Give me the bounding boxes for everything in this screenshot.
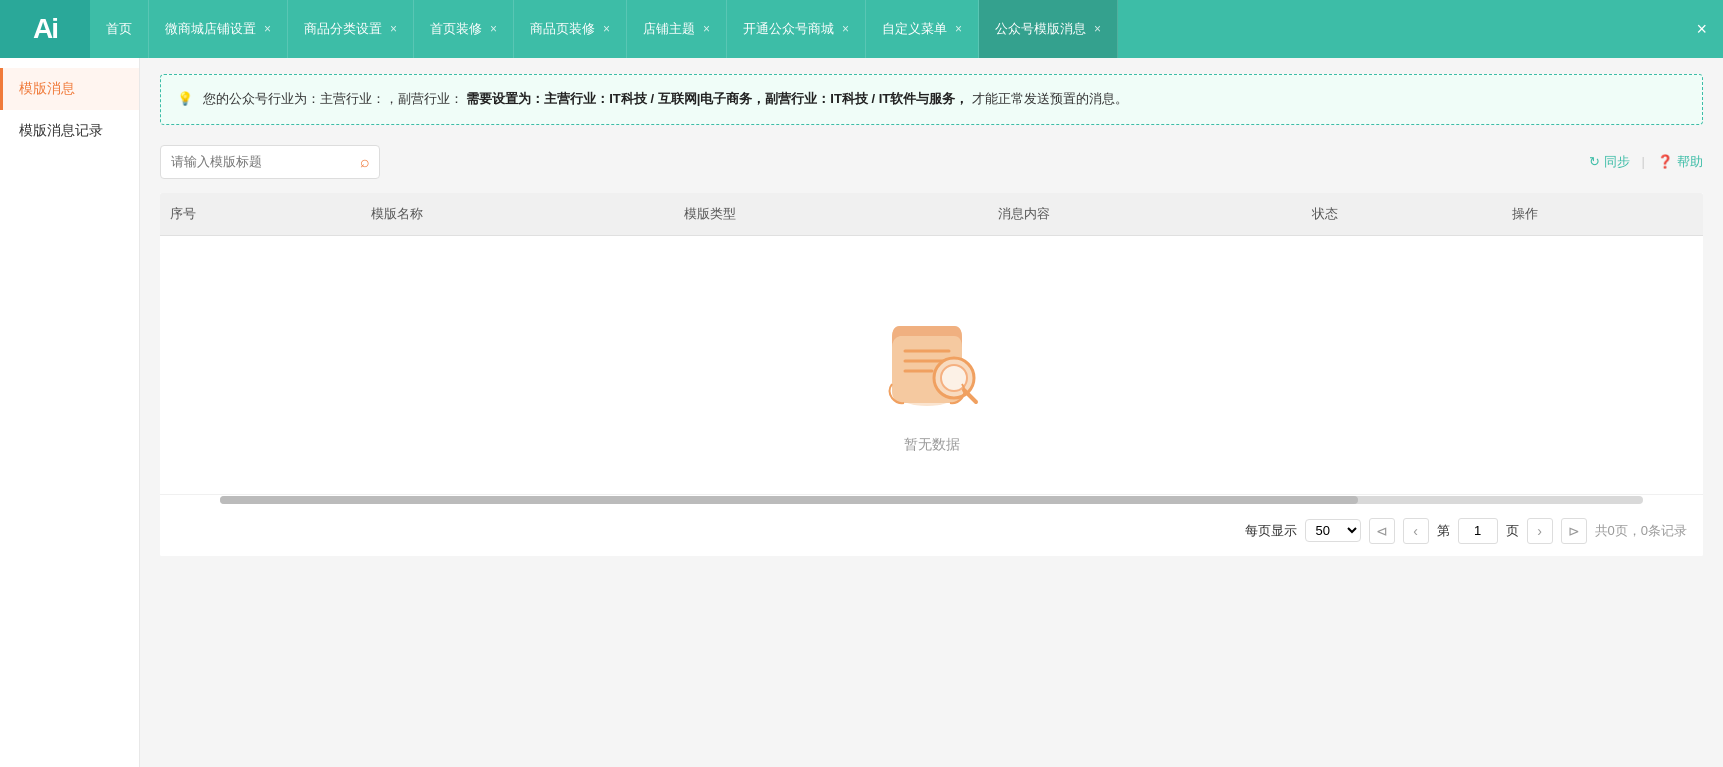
page-unit: 页 xyxy=(1506,522,1519,540)
empty-text: 暂无数据 xyxy=(904,436,960,454)
col-header-type: 模版类型 xyxy=(674,193,988,236)
search-actions: ↻ 同步 | ❓ 帮助 xyxy=(1589,153,1703,171)
data-table: 序号模版名称模版类型消息内容状态操作 xyxy=(160,193,1703,236)
nav-tab-close-3[interactable]: × xyxy=(490,22,497,36)
nav-tab-close-4[interactable]: × xyxy=(603,22,610,36)
notice-highlight: 需要设置为：主营行业：IT科技 / 互联网|电子商务，副营行业：IT科技 / I… xyxy=(466,91,968,106)
sidebar-item-0[interactable]: 模版消息 xyxy=(0,68,139,110)
divider: | xyxy=(1642,154,1645,169)
nav-tabs: 首页微商城店铺设置×商品分类设置×首页装修×商品页装修×店铺主题×开通公众号商城… xyxy=(90,0,1680,58)
search-input-wrap: ⌕ xyxy=(160,145,380,179)
search-input[interactable] xyxy=(160,145,380,179)
pagination: 每页显示 50 10 20 100 ⊲ ‹ 第 页 › ⊳ 共0页，0条记录 xyxy=(160,506,1703,556)
scroll-bar-area[interactable] xyxy=(160,494,1703,506)
col-header-name: 模版名称 xyxy=(361,193,675,236)
first-page-button[interactable]: ⊲ xyxy=(1369,518,1395,544)
sidebar: 模版消息模版消息记录 xyxy=(0,58,140,767)
nav-tab-3[interactable]: 首页装修× xyxy=(414,0,514,58)
prev-page-button[interactable]: ‹ xyxy=(1403,518,1429,544)
search-bar: ⌕ ↻ 同步 | ❓ 帮助 xyxy=(160,145,1703,179)
nav-tab-5[interactable]: 店铺主题× xyxy=(627,0,727,58)
total-info: 共0页，0条记录 xyxy=(1595,522,1687,540)
nav-tab-0[interactable]: 首页 xyxy=(90,0,149,58)
page-word: 第 xyxy=(1437,522,1450,540)
scroll-track[interactable] xyxy=(220,496,1643,504)
nav-tab-6[interactable]: 开通公众号商城× xyxy=(727,0,866,58)
nav-tab-close-7[interactable]: × xyxy=(955,22,962,36)
col-header-content: 消息内容 xyxy=(988,193,1302,236)
main-layout: 模版消息模版消息记录 💡 您的公众号行业为：主营行业：，副营行业： 需要设置为：… xyxy=(0,58,1723,767)
nav-tab-1[interactable]: 微商城店铺设置× xyxy=(149,0,288,58)
page-size-select[interactable]: 50 10 20 100 xyxy=(1305,519,1361,542)
col-header-index: 序号 xyxy=(160,193,361,236)
nav-tab-close-8[interactable]: × xyxy=(1094,22,1101,36)
sync-button[interactable]: ↻ 同步 xyxy=(1589,153,1630,171)
close-all-button[interactable]: × xyxy=(1680,0,1723,58)
help-button[interactable]: ❓ 帮助 xyxy=(1657,153,1703,171)
table-container: 序号模版名称模版类型消息内容状态操作 xyxy=(160,193,1703,556)
logo: Ai xyxy=(0,0,90,58)
empty-icon xyxy=(872,296,992,416)
help-label: 帮助 xyxy=(1677,153,1703,171)
sync-icon: ↻ xyxy=(1589,154,1600,169)
lightbulb-icon: 💡 xyxy=(177,91,193,106)
page-size-label: 每页显示 xyxy=(1245,522,1297,540)
empty-state: 暂无数据 xyxy=(160,236,1703,494)
table-header: 序号模版名称模版类型消息内容状态操作 xyxy=(160,193,1703,236)
help-icon: ❓ xyxy=(1657,154,1673,169)
page-number-input[interactable] xyxy=(1458,518,1498,544)
nav-tab-4[interactable]: 商品页装修× xyxy=(514,0,627,58)
nav-tab-7[interactable]: 自定义菜单× xyxy=(866,0,979,58)
notice-box: 💡 您的公众号行业为：主营行业：，副营行业： 需要设置为：主营行业：IT科技 /… xyxy=(160,74,1703,125)
nav-tab-2[interactable]: 商品分类设置× xyxy=(288,0,414,58)
col-header-action: 操作 xyxy=(1502,193,1703,236)
scroll-thumb[interactable] xyxy=(220,496,1358,504)
notice-prefix: 您的公众号行业为：主营行业：，副营行业： xyxy=(203,91,463,106)
nav-tab-8[interactable]: 公众号模版消息× xyxy=(979,0,1118,58)
nav-tab-close-2[interactable]: × xyxy=(390,22,397,36)
nav-tab-close-5[interactable]: × xyxy=(703,22,710,36)
notice-suffix: 才能正常发送预置的消息。 xyxy=(972,91,1128,106)
sidebar-item-1[interactable]: 模版消息记录 xyxy=(0,110,139,152)
top-nav: Ai 首页微商城店铺设置×商品分类设置×首页装修×商品页装修×店铺主题×开通公众… xyxy=(0,0,1723,58)
col-header-status: 状态 xyxy=(1302,193,1503,236)
last-page-button[interactable]: ⊳ xyxy=(1561,518,1587,544)
content-area: 💡 您的公众号行业为：主营行业：，副营行业： 需要设置为：主营行业：IT科技 /… xyxy=(140,58,1723,767)
next-page-button[interactable]: › xyxy=(1527,518,1553,544)
sync-label: 同步 xyxy=(1604,153,1630,171)
search-icon[interactable]: ⌕ xyxy=(360,153,370,171)
nav-tab-close-1[interactable]: × xyxy=(264,22,271,36)
nav-tab-close-6[interactable]: × xyxy=(842,22,849,36)
